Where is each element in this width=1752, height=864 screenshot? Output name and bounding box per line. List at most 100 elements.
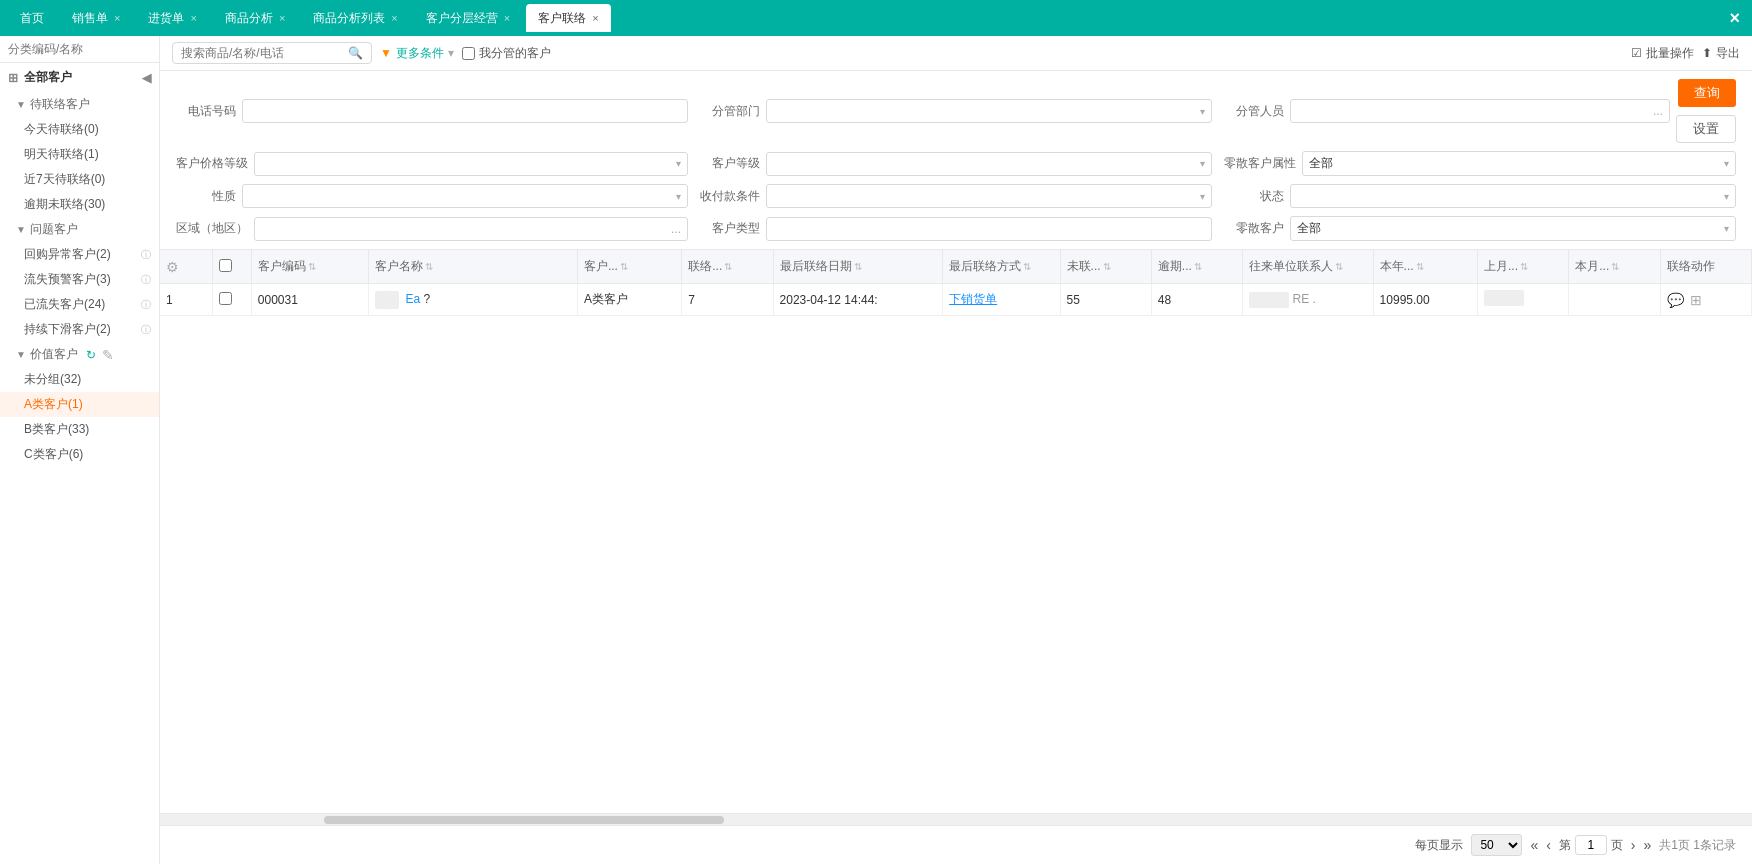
nav-tab-purchase[interactable]: 进货单 × bbox=[136, 4, 208, 32]
page-number-input[interactable] bbox=[1575, 835, 1607, 855]
phone-input[interactable] bbox=[242, 99, 688, 123]
col-month-prev-sort-icon: ⇅ bbox=[1520, 261, 1528, 272]
cell-checkbox[interactable] bbox=[212, 284, 251, 316]
sidebar-group-value[interactable]: ▼ 价值客户 ↻ ✎ bbox=[0, 342, 159, 367]
status-select[interactable]: ▾ bbox=[1290, 184, 1736, 208]
sidebar-item-today[interactable]: 今天待联络(0) bbox=[0, 117, 159, 142]
method-link[interactable]: 下销货单 bbox=[949, 292, 997, 306]
nav-tab-sales-close[interactable]: × bbox=[114, 12, 120, 24]
nav-tab-analysis-list-close[interactable]: × bbox=[391, 12, 397, 24]
sidebar-item-a-class[interactable]: A类客户(1) bbox=[0, 392, 159, 417]
col-header-date[interactable]: 最后联络日期 ⇅ bbox=[773, 250, 943, 284]
search-input[interactable] bbox=[181, 46, 344, 60]
col-header-settings[interactable]: ⚙ bbox=[160, 250, 212, 284]
col-header-action: 联络动作 bbox=[1660, 250, 1751, 284]
total-info: 共1页 1条记录 bbox=[1659, 837, 1736, 854]
my-customer-checkbox[interactable] bbox=[462, 47, 475, 60]
col-header-checkbox[interactable] bbox=[212, 250, 251, 284]
col-header-month-prev[interactable]: 上月... ⇅ bbox=[1477, 250, 1568, 284]
sidebar-item-overdue[interactable]: 逾期未联络(30) bbox=[0, 192, 159, 217]
filter-more-button[interactable]: ▼ 更多条件 ▾ bbox=[380, 45, 454, 62]
dept-select[interactable]: ▾ bbox=[766, 99, 1212, 123]
sidebar-group-problem[interactable]: ▼ 问题客户 bbox=[0, 217, 159, 242]
manager-input[interactable]: ... bbox=[1290, 99, 1670, 123]
col-header-name[interactable]: 客户名称 ⇅ bbox=[369, 250, 578, 284]
sidebar-item-c-class[interactable]: C类客户(6) bbox=[0, 442, 159, 467]
sidebar-item-declining[interactable]: 持续下滑客户(2) ⓘ bbox=[0, 317, 159, 342]
query-button[interactable]: 查询 bbox=[1678, 79, 1736, 107]
nav-tab-customer-manage-close[interactable]: × bbox=[504, 12, 510, 24]
col-method-label: 最后联络方式 bbox=[949, 258, 1021, 275]
last-page-button[interactable]: » bbox=[1644, 837, 1652, 853]
col-header-method[interactable]: 最后联络方式 ⇅ bbox=[943, 250, 1060, 284]
nav-tab-analysis-close[interactable]: × bbox=[279, 12, 285, 24]
nav-tab-customer-contact-close[interactable]: × bbox=[592, 12, 598, 24]
sidebar-root[interactable]: ⊞ 全部客户 ◀ bbox=[0, 63, 159, 92]
nav-tab-customer-manage[interactable]: 客户分层经营 × bbox=[414, 4, 522, 32]
first-page-button[interactable]: « bbox=[1530, 837, 1538, 853]
sidebar-item-repurchase-abnormal[interactable]: 回购异常客户(2) ⓘ bbox=[0, 242, 159, 267]
sidebar-item-week[interactable]: 近7天待联络(0) bbox=[0, 167, 159, 192]
grade-select[interactable]: ▾ bbox=[766, 152, 1212, 176]
col-header-liaison[interactable]: 往来单位联系人 ⇅ bbox=[1243, 250, 1373, 284]
filter-row-grade: 客户等级 ▾ bbox=[700, 151, 1212, 176]
region-input[interactable]: ... bbox=[254, 217, 688, 241]
settings-button[interactable]: 设置 bbox=[1676, 115, 1736, 143]
sidebar-item-tomorrow[interactable]: 明天待联络(1) bbox=[0, 142, 159, 167]
value-group-edit-icon[interactable]: ✎ bbox=[102, 347, 114, 363]
col-header-type[interactable]: 客户... ⇅ bbox=[577, 250, 681, 284]
col-header-uncontact[interactable]: 未联... ⇅ bbox=[1060, 250, 1151, 284]
sparse-attr-select[interactable]: 全部▾ bbox=[1302, 151, 1736, 176]
sidebar-item-churn-warning[interactable]: 流失预警客户(3) ⓘ bbox=[0, 267, 159, 292]
nav-tab-purchase-close[interactable]: × bbox=[190, 12, 196, 24]
close-all-button[interactable]: × bbox=[1729, 8, 1740, 29]
my-customer-checkbox-label[interactable]: 我分管的客户 bbox=[462, 45, 551, 62]
prev-page-button[interactable]: ‹ bbox=[1546, 837, 1551, 853]
horizontal-scrollbar[interactable] bbox=[160, 813, 1752, 825]
sidebar-collapse-button[interactable]: ◀ bbox=[142, 71, 151, 85]
action-chat-icon[interactable]: 💬 bbox=[1667, 292, 1684, 308]
customer-type-input[interactable] bbox=[766, 217, 1212, 241]
nav-tab-analysis[interactable]: 商品分析 × bbox=[213, 4, 297, 32]
status-label: 状态 bbox=[1224, 188, 1284, 205]
row-checkbox[interactable] bbox=[219, 292, 232, 305]
my-customer-label: 我分管的客户 bbox=[479, 45, 551, 62]
next-page-button[interactable]: › bbox=[1631, 837, 1636, 853]
value-group-refresh-icon[interactable]: ↻ bbox=[86, 348, 96, 362]
select-all-checkbox[interactable] bbox=[219, 259, 232, 272]
nav-tab-customer-contact[interactable]: 客户联络 × bbox=[526, 4, 610, 32]
payment-select[interactable]: ▾ bbox=[766, 184, 1212, 208]
sidebar-group-pending[interactable]: ▼ 待联络客户 bbox=[0, 92, 159, 117]
col-header-year[interactable]: 本年... ⇅ bbox=[1373, 250, 1477, 284]
toolbar-search-icon[interactable]: 🔍 bbox=[348, 46, 363, 60]
sidebar-search-input[interactable] bbox=[8, 42, 158, 56]
sidebar-item-churned[interactable]: 已流失客户(24) ⓘ bbox=[0, 292, 159, 317]
cell-method[interactable]: 下销货单 bbox=[943, 284, 1060, 316]
customer-name[interactable]: Ea bbox=[406, 292, 421, 306]
col-header-overdue[interactable]: 逾期... ⇅ bbox=[1151, 250, 1242, 284]
col-header-code[interactable]: 客户编码 ⇅ bbox=[251, 250, 368, 284]
filter-row-customer-type: 客户类型 bbox=[700, 216, 1212, 241]
batch-op-button[interactable]: ☑ 批量操作 bbox=[1631, 45, 1694, 62]
nav-tab-home[interactable]: 首页 bbox=[8, 4, 56, 32]
export-button[interactable]: ⬆ 导出 bbox=[1702, 45, 1740, 62]
col-contact-label: 联络... bbox=[688, 258, 722, 275]
sidebar-item-ungrouped[interactable]: 未分组(32) bbox=[0, 367, 159, 392]
nav-tab-sales[interactable]: 销售单 × bbox=[60, 4, 132, 32]
col-header-contact[interactable]: 联络... ⇅ bbox=[682, 250, 773, 284]
col-contact-sort-icon: ⇅ bbox=[724, 261, 732, 272]
page-size-select[interactable]: 50 100 200 bbox=[1471, 834, 1522, 856]
sparse-customer-select[interactable]: 全部▾ bbox=[1290, 216, 1736, 241]
col-liaison-sort-icon: ⇅ bbox=[1335, 261, 1343, 272]
col-code-label: 客户编码 bbox=[258, 258, 306, 275]
col-header-month-cur[interactable]: 本月... ⇅ bbox=[1569, 250, 1660, 284]
scrollbar-thumb[interactable] bbox=[324, 816, 724, 824]
nature-select[interactable]: ▾ bbox=[242, 184, 688, 208]
declining-label: 持续下滑客户(2) bbox=[24, 321, 111, 338]
price-grade-select[interactable]: ▾ bbox=[254, 152, 688, 176]
sidebar-item-b-class[interactable]: B类客户(33) bbox=[0, 417, 159, 442]
cell-month-cur bbox=[1569, 284, 1660, 316]
nav-tab-analysis-list[interactable]: 商品分析列表 × bbox=[301, 4, 409, 32]
action-qr-icon[interactable]: ⊞ bbox=[1690, 292, 1702, 308]
cell-year: 10995.00 bbox=[1373, 284, 1477, 316]
